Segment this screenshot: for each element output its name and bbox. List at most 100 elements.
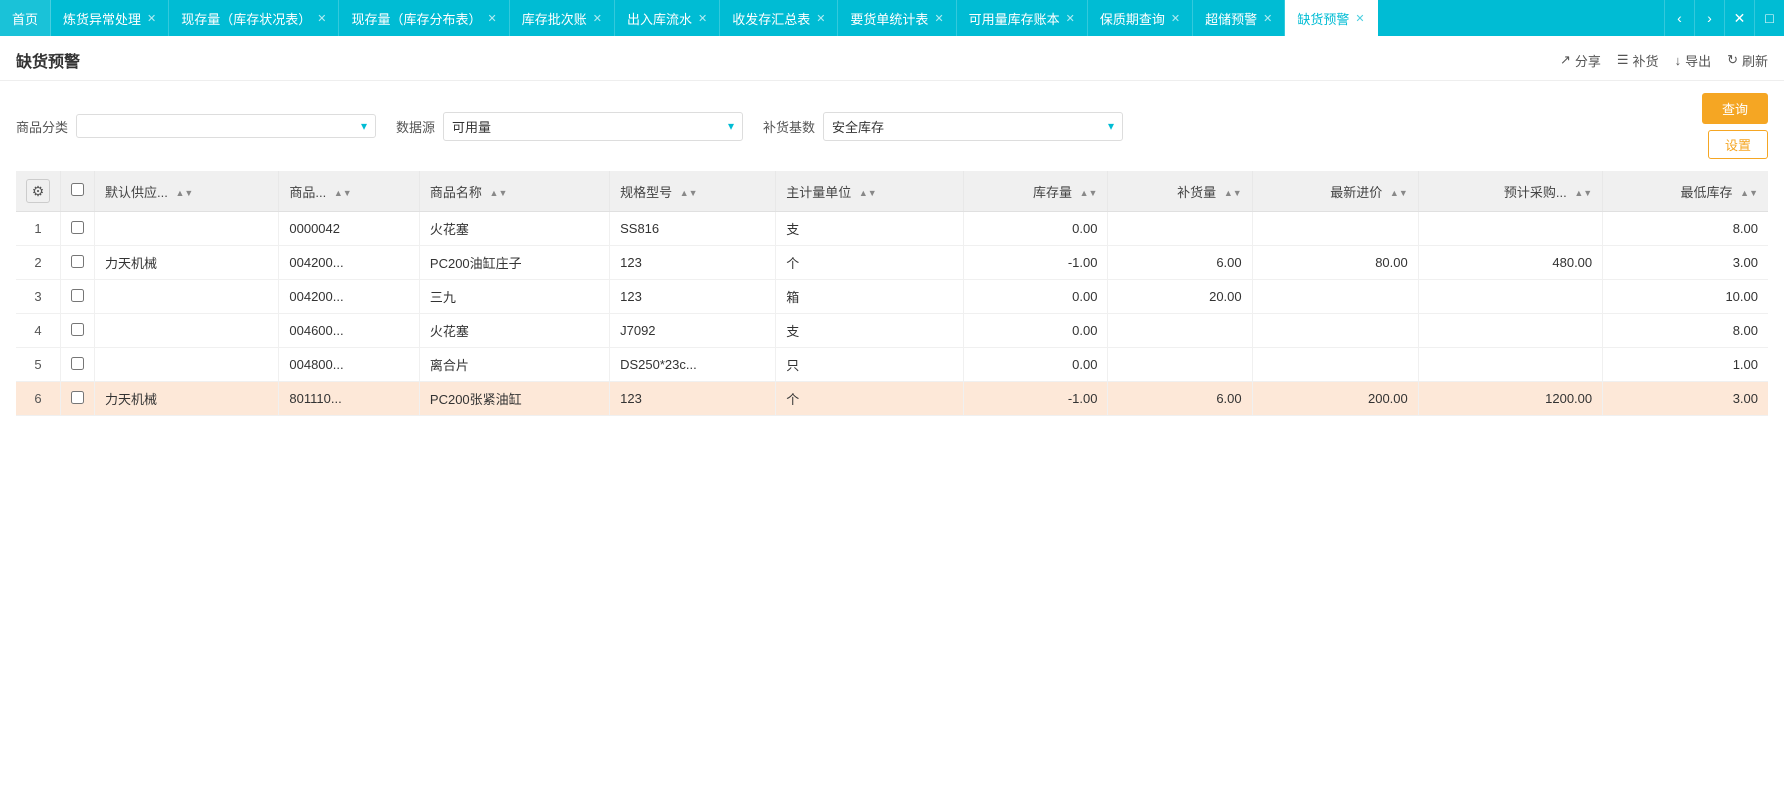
query-button[interactable]: 查询 — [1702, 93, 1768, 124]
row-name: 火花塞 — [419, 314, 609, 348]
nav-item-overstock[interactable]: 超储预警 ✕ — [1193, 0, 1285, 36]
row-spec: J7092 — [610, 314, 776, 348]
nav-label-order-stat: 要货单统计表 — [850, 9, 928, 28]
nav-item-collect-summary[interactable]: 收发存汇总表 ✕ — [720, 0, 838, 36]
replenish-filter-group: 补货基数 安全库存 ▾ — [763, 112, 1123, 141]
row-name: 火花塞 — [419, 212, 609, 246]
settings-button[interactable]: 设置 — [1708, 130, 1768, 159]
close-tab-inout-flow[interactable]: ✕ — [698, 12, 707, 25]
replenish-button[interactable]: ☰ 补货 — [1617, 51, 1659, 70]
sort-estimated-icon[interactable]: ▲▼ — [1574, 189, 1592, 198]
close-window-button[interactable]: ✕ — [1724, 0, 1754, 36]
table-row[interactable]: 6 力天机械 801110... PC200张紧油缸 123 个 -1.00 6… — [16, 382, 1768, 416]
sort-price-icon[interactable]: ▲▼ — [1390, 189, 1408, 198]
close-tab-available-ledger[interactable]: ✕ — [1066, 12, 1075, 25]
row-code: 0000042 — [279, 212, 420, 246]
row-checkbox-cell — [61, 212, 95, 246]
row-estimated-purchase — [1418, 212, 1602, 246]
row-checkbox[interactable] — [71, 289, 84, 302]
row-stock: 0.00 — [964, 212, 1108, 246]
nav-item-expiry[interactable]: 保质期查询 ✕ — [1088, 0, 1193, 36]
row-min-stock: 1.00 — [1603, 348, 1768, 382]
nav-label-inventory-status: 现存量（库存状况表） — [181, 9, 311, 28]
row-unit: 支 — [776, 314, 964, 348]
table-row[interactable]: 4 004600... 火花塞 J7092 支 0.00 8.00 — [16, 314, 1768, 348]
replenish-label: 补货基数 — [763, 117, 815, 136]
nav-label-shortage: 缺货预警 — [1297, 9, 1349, 28]
next-tab-button[interactable]: › — [1694, 0, 1724, 36]
row-name: 三九 — [419, 280, 609, 314]
th-supplier: 默认供应... ▲▼ — [95, 171, 279, 212]
close-tab-order-stat[interactable]: ✕ — [934, 12, 943, 25]
nav-item-shortage[interactable]: 缺货预警 ✕ — [1285, 0, 1377, 36]
table-row[interactable]: 1 0000042 火花塞 SS816 支 0.00 8.00 — [16, 212, 1768, 246]
datasource-select[interactable]: 可用量 ▾ — [443, 112, 743, 141]
nav-item-order-stat[interactable]: 要货单统计表 ✕ — [838, 0, 956, 36]
row-min-stock: 8.00 — [1603, 212, 1768, 246]
maximize-button[interactable]: □ — [1754, 0, 1784, 36]
row-checkbox[interactable] — [71, 391, 84, 404]
datasource-filter-group: 数据源 可用量 ▾ — [396, 112, 743, 141]
row-stock: 0.00 — [964, 280, 1108, 314]
refresh-button[interactable]: ↻ 刷新 — [1727, 51, 1768, 70]
close-tab-expiry[interactable]: ✕ — [1171, 12, 1180, 25]
nav-item-available-ledger[interactable]: 可用量库存账本 ✕ — [957, 0, 1088, 36]
close-tab-collect-summary[interactable]: ✕ — [816, 12, 825, 25]
nav-label-inout-flow: 出入库流水 — [627, 9, 692, 28]
replenish-select[interactable]: 安全库存 ▾ — [823, 112, 1123, 141]
sort-code-icon[interactable]: ▲▼ — [334, 189, 352, 198]
row-unit: 箱 — [776, 280, 964, 314]
sort-stock-icon[interactable]: ▲▼ — [1080, 189, 1098, 198]
category-chevron-icon: ▾ — [361, 119, 367, 133]
table-row[interactable]: 3 004200... 三九 123 箱 0.00 20.00 10.00 — [16, 280, 1768, 314]
close-tab-overstock[interactable]: ✕ — [1263, 12, 1272, 25]
row-spec: 123 — [610, 280, 776, 314]
row-checkbox[interactable] — [71, 221, 84, 234]
sort-supplier-icon[interactable]: ▲▼ — [175, 189, 193, 198]
datasource-value: 可用量 — [452, 117, 491, 136]
nav-item-inventory-dist[interactable]: 现存量（库存分布表） ✕ — [339, 0, 509, 36]
table-row[interactable]: 2 力天机械 004200... PC200油缸庄子 123 个 -1.00 6… — [16, 246, 1768, 280]
row-spec: DS250*23c... — [610, 348, 776, 382]
nav-item-home[interactable]: 首页 — [0, 0, 51, 36]
nav-item-inout-flow[interactable]: 出入库流水 ✕ — [615, 0, 720, 36]
select-all-checkbox[interactable] — [71, 183, 84, 196]
row-checkbox[interactable] — [71, 357, 84, 370]
nav-item-abnormal[interactable]: 炼货异常处理 ✕ — [51, 0, 169, 36]
table-row[interactable]: 5 004800... 离合片 DS250*23c... 只 0.00 1.00 — [16, 348, 1768, 382]
row-latest-price — [1252, 348, 1418, 382]
row-name: PC200张紧油缸 — [419, 382, 609, 416]
nav-item-inventory-status[interactable]: 现存量（库存状况表） ✕ — [169, 0, 339, 36]
row-checkbox[interactable] — [71, 255, 84, 268]
close-tab-inventory-dist[interactable]: ✕ — [488, 12, 497, 25]
close-tab-abnormal[interactable]: ✕ — [147, 12, 156, 25]
replenish-value: 安全库存 — [832, 117, 884, 136]
sort-replenish-icon[interactable]: ▲▼ — [1224, 189, 1242, 198]
share-button[interactable]: ↗ 分享 — [1560, 51, 1601, 70]
row-supplier: 力天机械 — [95, 382, 279, 416]
sort-spec-icon[interactable]: ▲▼ — [680, 189, 698, 198]
th-name: 商品名称 ▲▼ — [419, 171, 609, 212]
export-button[interactable]: ↓ 导出 — [1675, 51, 1712, 70]
row-settings-cell: 2 — [16, 246, 61, 280]
page-title: 缺货预警 — [16, 48, 80, 72]
settings-gear-icon[interactable]: ⚙ — [26, 179, 50, 203]
sort-name-icon[interactable]: ▲▼ — [490, 189, 508, 198]
sort-minstock-icon[interactable]: ▲▼ — [1740, 189, 1758, 198]
row-replenish: 6.00 — [1108, 246, 1252, 280]
close-tab-inventory-status[interactable]: ✕ — [317, 12, 326, 25]
category-select[interactable]: ▾ — [76, 114, 376, 138]
row-supplier — [95, 348, 279, 382]
close-tab-shortage[interactable]: ✕ — [1355, 12, 1364, 25]
row-estimated-purchase: 480.00 — [1418, 246, 1602, 280]
close-tab-batch-account[interactable]: ✕ — [593, 12, 602, 25]
prev-tab-button[interactable]: ‹ — [1664, 0, 1694, 36]
row-checkbox[interactable] — [71, 323, 84, 336]
row-checkbox-cell — [61, 382, 95, 416]
header-actions: ↗ 分享 ☰ 补货 ↓ 导出 ↻ 刷新 — [1560, 51, 1768, 70]
filter-actions: 查询 设置 — [1702, 93, 1768, 159]
row-latest-price: 200.00 — [1252, 382, 1418, 416]
sort-unit-icon[interactable]: ▲▼ — [859, 189, 877, 198]
nav-item-batch-account[interactable]: 库存批次账 ✕ — [510, 0, 615, 36]
row-min-stock: 10.00 — [1603, 280, 1768, 314]
